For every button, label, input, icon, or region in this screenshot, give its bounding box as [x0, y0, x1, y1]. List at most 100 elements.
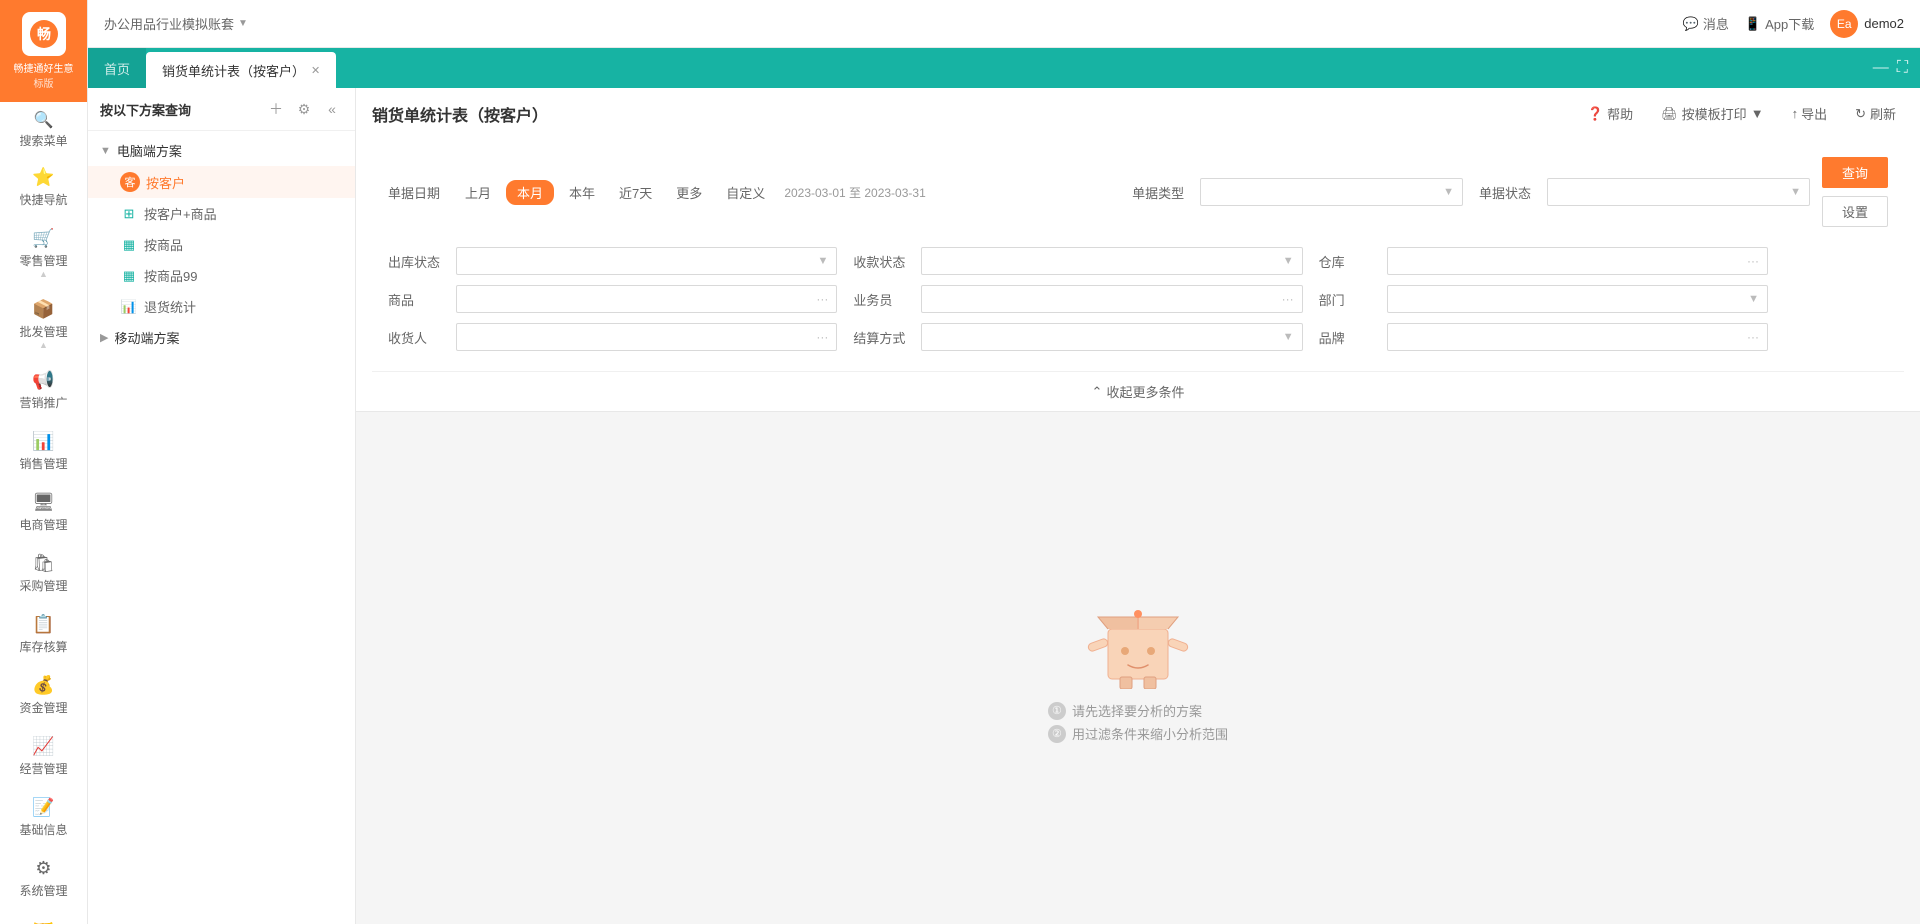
- query-button[interactable]: 查询: [1822, 157, 1888, 188]
- doc-status-input[interactable]: ▼: [1547, 178, 1810, 206]
- sidebar-shortcuts-label: 快捷导航: [19, 191, 67, 208]
- payment-status-label: 收款状态: [853, 252, 913, 271]
- date-more[interactable]: 更多: [667, 180, 711, 205]
- date-last7days[interactable]: 近7天: [610, 180, 661, 205]
- sidebar-item-shortcuts[interactable]: ⭐ 快捷导航: [0, 157, 87, 218]
- brand-input[interactable]: ···: [1387, 323, 1768, 351]
- date-this-month[interactable]: 本月: [506, 180, 554, 205]
- sidebar-item-collab[interactable]: 🤝 企业协同: [0, 909, 87, 924]
- filter-row-2: 出库状态 ▼ 收款状态 ▼: [388, 247, 1888, 275]
- tab-sales-stats[interactable]: 销货单统计表（按客户） ✕: [146, 52, 336, 88]
- top-bar-left: 办公用品行业模拟账套 ▼: [104, 14, 248, 33]
- refresh-btn[interactable]: ↻ 刷新: [1847, 100, 1904, 127]
- avatar: Ea: [1830, 10, 1858, 38]
- filter-brand: 品牌 ···: [1319, 323, 1768, 351]
- collapse-panel-btn[interactable]: «: [321, 98, 343, 120]
- recipient-input[interactable]: ···: [456, 323, 837, 351]
- sidebar-item-marketing[interactable]: 📢 营销推广: [0, 360, 87, 421]
- hint-text-2: 用过滤条件来缩小分析范围: [1072, 724, 1228, 743]
- sidebar: 畅 畅捷通好生意 标版 🔍 搜索菜单 ⭐ 快捷导航 🛒 零售管理 ▲ 📦 批发管…: [0, 0, 88, 924]
- tree-child-return-stats[interactable]: 📊 退货统计: [88, 291, 355, 322]
- settlement-input[interactable]: ▼: [921, 323, 1302, 351]
- sidebar-item-system[interactable]: ⚙ 系统管理: [0, 848, 87, 909]
- tree-child-by-product-99[interactable]: ▦ 按商品99: [88, 260, 355, 291]
- doc-type-label: 单据类型: [1132, 183, 1192, 202]
- sidebar-item-search[interactable]: 🔍 搜索菜单: [19, 102, 67, 157]
- date-last-month[interactable]: 上月: [456, 180, 500, 205]
- collapse-btn[interactable]: ⌃ 收起更多条件: [1076, 378, 1201, 405]
- app-logo[interactable]: 畅 畅捷通好生意 标版: [0, 0, 87, 102]
- department-input[interactable]: ▼: [1387, 285, 1768, 313]
- sidebar-item-ecommerce[interactable]: 🖥 电商管理: [0, 482, 87, 543]
- message-label: 消息: [1703, 14, 1729, 33]
- filter-product: 商品 ···: [388, 285, 837, 313]
- tab-home-label: 首页: [104, 59, 130, 78]
- export-label: 导出: [1801, 104, 1827, 123]
- ship-status-arrow: ▼: [817, 255, 828, 267]
- help-btn[interactable]: ❓ 帮助: [1579, 100, 1641, 127]
- sidebar-ecommerce-label: 电商管理: [19, 516, 67, 533]
- tree-child-by-customer-product[interactable]: ⊞ 按客户+商品: [88, 198, 355, 229]
- tab-home[interactable]: 首页: [88, 48, 146, 88]
- export-icon: ↑: [1792, 106, 1799, 121]
- date-custom[interactable]: 自定义: [717, 180, 774, 205]
- recipient-more: ···: [816, 330, 828, 344]
- app-download-btn[interactable]: 📱 App下载: [1745, 14, 1814, 33]
- svg-text:畅: 畅: [37, 26, 51, 42]
- by-customer-product-icon: ⊞: [120, 205, 138, 223]
- main-area: 办公用品行业模拟账套 ▼ 💬 消息 📱 App下载 Ea demo2: [88, 0, 1920, 924]
- sidebar-item-wholesale[interactable]: 📦 批发管理 ▲: [0, 289, 87, 360]
- tab-maximize-icon[interactable]: ⛶: [1897, 59, 1908, 77]
- filter-row-4: 收货人 ··· 结算方式 ▼: [388, 323, 1888, 351]
- add-scheme-btn[interactable]: ＋: [265, 98, 287, 120]
- warehouse-more: ···: [1747, 254, 1759, 268]
- tab-minimize-icon[interactable]: —: [1873, 59, 1889, 77]
- recipient-label: 收货人: [388, 328, 448, 347]
- wholesale-icon: 📦: [32, 299, 54, 320]
- template-print-btn[interactable]: 🖨 按模板打印 ▼: [1653, 100, 1771, 127]
- sales-icon: 📊: [32, 431, 54, 452]
- date-this-year[interactable]: 本年: [560, 180, 604, 205]
- hint-text-1: 请先选择要分析的方案: [1072, 701, 1202, 720]
- salesperson-input[interactable]: ···: [921, 285, 1302, 313]
- tree-child-by-customer[interactable]: 客 按客户: [88, 166, 355, 198]
- template-print-arrow: ▼: [1751, 106, 1764, 121]
- sidebar-item-basic[interactable]: 📝 基础信息: [0, 787, 87, 848]
- settings-button[interactable]: 设置: [1822, 196, 1888, 227]
- account-selector[interactable]: 办公用品行业模拟账套 ▼: [104, 14, 248, 33]
- search-icon: 🔍: [34, 110, 54, 130]
- sidebar-basic-label: 基础信息: [19, 821, 67, 838]
- page-title-row: 销货单统计表（按客户） ❓ 帮助 🖨 按模板打印 ▼: [372, 100, 1904, 127]
- tab-close-icon[interactable]: ✕: [311, 64, 320, 77]
- collapse-icon: ⌃: [1092, 384, 1103, 400]
- payment-status-input[interactable]: ▼: [921, 247, 1302, 275]
- sidebar-item-finance[interactable]: 💰 资金管理: [0, 665, 87, 726]
- sidebar-item-inventory[interactable]: 📋 库存核算: [0, 604, 87, 665]
- empty-state: ① 请先选择要分析的方案 ② 用过滤条件来缩小分析范围: [1048, 589, 1228, 747]
- empty-illustration: [1078, 589, 1198, 689]
- sidebar-operations-label: 经营管理: [19, 760, 67, 777]
- user-profile[interactable]: Ea demo2: [1830, 10, 1904, 38]
- tree-parent-desktop[interactable]: ▼ 电脑端方案: [88, 135, 355, 166]
- doc-type-input[interactable]: ▼: [1200, 178, 1463, 206]
- message-btn[interactable]: 💬 消息: [1683, 14, 1729, 33]
- sidebar-item-operations[interactable]: 📈 经营管理: [0, 726, 87, 787]
- sidebar-system-label: 系统管理: [19, 882, 67, 899]
- sidebar-item-purchase[interactable]: 🛍 采购管理: [0, 543, 87, 604]
- app-logo-text: 畅捷通好生意: [14, 60, 74, 75]
- sidebar-item-sales[interactable]: 📊 销售管理: [0, 421, 87, 482]
- settlement-arrow: ▼: [1283, 331, 1294, 343]
- filter-row-1: 单据日期 上月 本月 本年 近7天 更多 自定义 2023-03-01 至 20…: [388, 147, 1888, 237]
- date-filter: 上月 本月 本年 近7天 更多 自定义 2023-03-01 至 2023-03…: [456, 180, 926, 205]
- shortcuts-icon: ⭐: [32, 167, 54, 188]
- sidebar-item-retail[interactable]: 🛒 零售管理 ▲: [0, 218, 87, 289]
- export-btn[interactable]: ↑ 导出: [1784, 100, 1836, 127]
- product-input[interactable]: ···: [456, 285, 837, 313]
- tree-parent-mobile[interactable]: ▶ 移动端方案: [88, 322, 355, 353]
- ship-status-input[interactable]: ▼: [456, 247, 837, 275]
- basic-icon: 📝: [32, 797, 54, 818]
- empty-text: ① 请先选择要分析的方案 ② 用过滤条件来缩小分析范围: [1048, 701, 1228, 747]
- warehouse-input[interactable]: ···: [1387, 247, 1768, 275]
- tree-child-by-product[interactable]: ▦ 按商品: [88, 229, 355, 260]
- edit-scheme-btn[interactable]: ⚙: [293, 98, 315, 120]
